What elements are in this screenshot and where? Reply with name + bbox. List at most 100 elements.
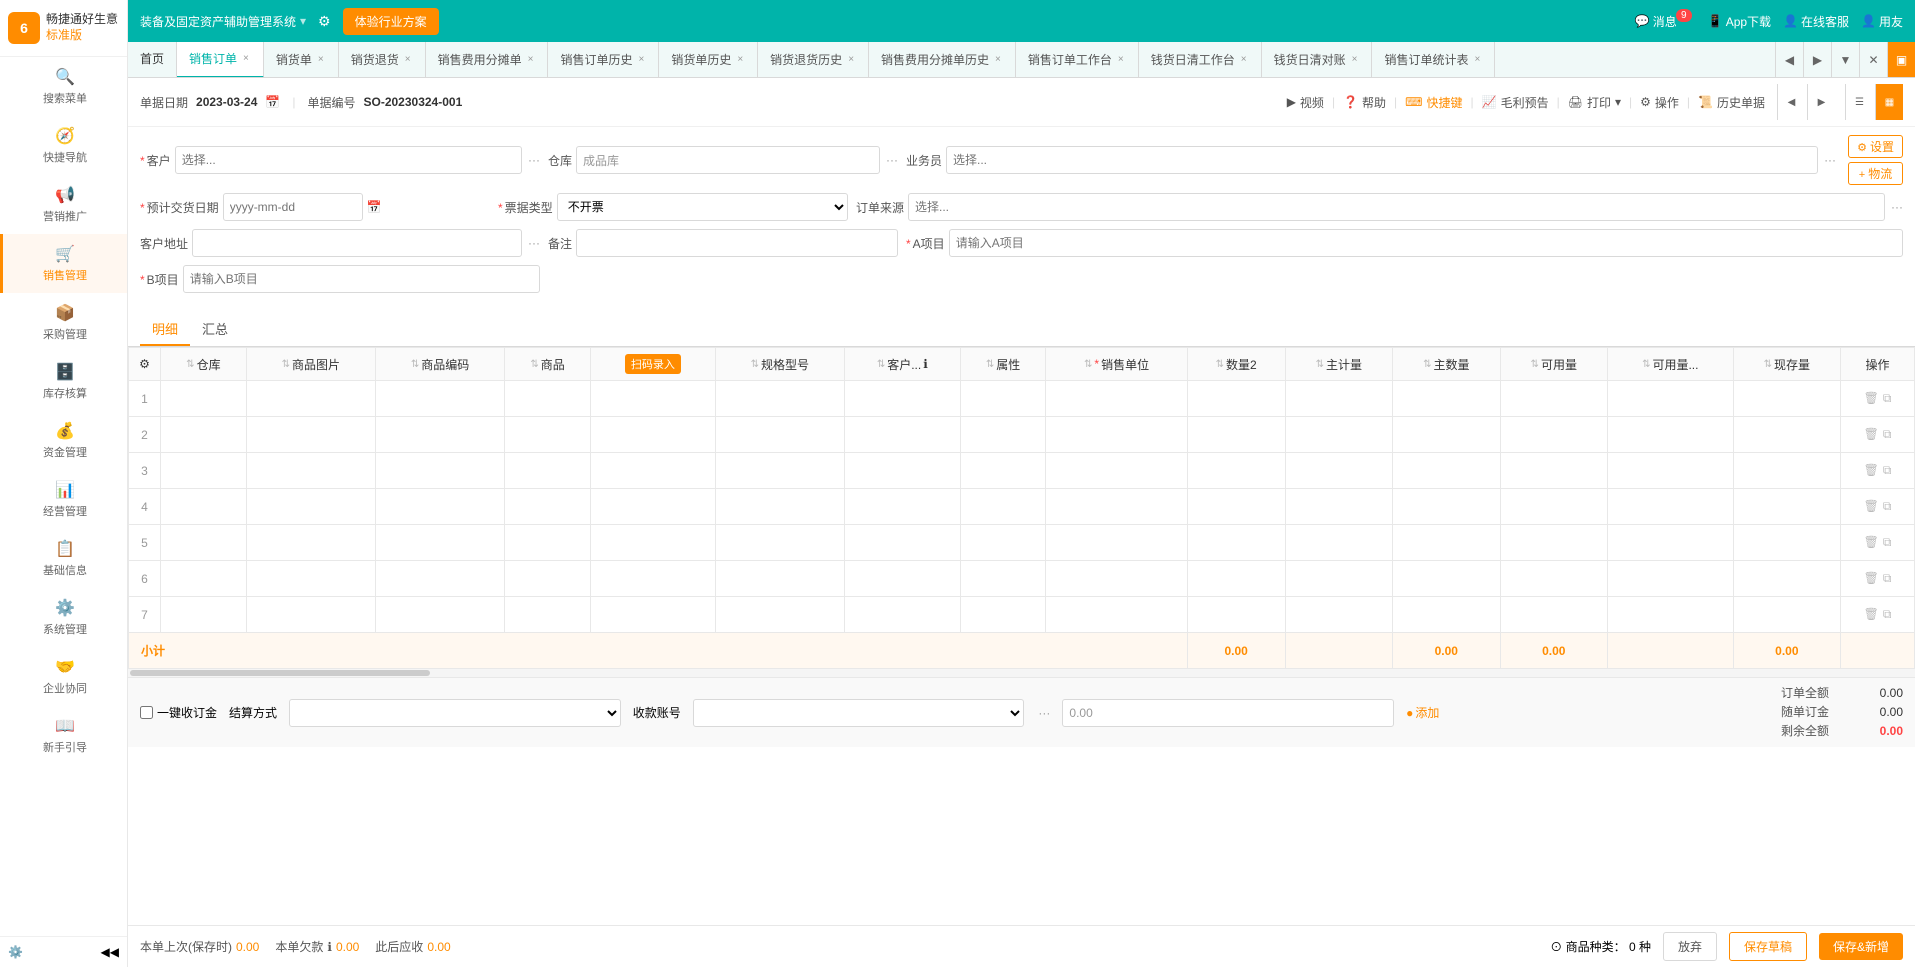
sort-icon[interactable]: ⇅ <box>1084 359 1092 370</box>
sidebar-item-finance[interactable]: 💰 资金管理 <box>0 411 127 470</box>
summary-tab[interactable]: 汇总 <box>190 313 240 346</box>
tab-order-workbench[interactable]: 销售订单工作台 × <box>1016 42 1139 78</box>
settings-button[interactable]: ⚙ 设置 <box>1848 135 1903 158</box>
sidebar-item-marketing[interactable]: 📢 营销推广 <box>0 175 127 234</box>
app-download-item[interactable]: 📱 App下载 <box>1708 13 1771 30</box>
delete-row-icon[interactable]: 🗑 <box>1864 571 1879 586</box>
sort-icon[interactable]: ⇅ <box>1423 359 1431 370</box>
tab-slip-history[interactable]: 销货单历史 × <box>659 42 758 78</box>
history-toolbar-item[interactable]: 📜 历史单据 <box>1698 94 1765 111</box>
sort-icon[interactable]: ⇅ <box>1764 359 1772 370</box>
row-attr[interactable] <box>960 381 1046 417</box>
tab-daily-workbench[interactable]: 钱货日清工作台 × <box>1139 42 1262 78</box>
gear-bottom-icon[interactable]: ⚙️ <box>8 945 23 959</box>
sidebar-item-newbie[interactable]: 📖 新手引导 <box>0 706 127 765</box>
row-available2[interactable] <box>1608 381 1734 417</box>
close-tab-icon[interactable]: × <box>1350 53 1360 66</box>
warehouse-more-icon[interactable]: ··· <box>886 153 898 167</box>
topbar-settings-icon[interactable]: ⚙ <box>314 9 335 34</box>
delivery-calendar-icon[interactable]: 📅 <box>367 200 382 214</box>
account-select[interactable] <box>693 699 1025 727</box>
next-tab-button[interactable]: ▶ <box>1803 42 1831 78</box>
row-available[interactable] <box>1500 381 1607 417</box>
row-qty2[interactable] <box>1187 381 1285 417</box>
sidebar-item-guide[interactable]: 🧭 快捷导航 <box>0 116 127 175</box>
message-item[interactable]: 💬 消息 9 <box>1635 13 1696 30</box>
row-image[interactable] <box>246 381 375 417</box>
copy-row-icon[interactable]: ⧉ <box>1883 499 1892 514</box>
close-tab-icon[interactable]: × <box>993 53 1003 66</box>
sort-icon[interactable]: ⇅ <box>1642 359 1650 370</box>
user-item[interactable]: 👤 用友 <box>1861 13 1903 30</box>
account-more-icon[interactable]: ··· <box>1038 706 1050 720</box>
copy-row-icon[interactable]: ⧉ <box>1883 463 1892 478</box>
sort-icon[interactable]: ⇅ <box>530 359 538 370</box>
order-source-input[interactable] <box>908 193 1885 221</box>
tab-return[interactable]: 销货退货 × <box>339 42 426 78</box>
row-warehouse[interactable] <box>161 561 247 597</box>
close-tab-icon[interactable]: × <box>526 53 536 66</box>
horizontal-scrollbar[interactable] <box>128 669 1915 677</box>
sort-icon[interactable]: ⇅ <box>282 359 290 370</box>
prev-tab-button[interactable]: ◀ <box>1775 42 1803 78</box>
expand-button[interactable]: ▣ <box>1887 42 1915 78</box>
row-spec[interactable] <box>715 381 844 417</box>
row-customer-code[interactable] <box>844 381 960 417</box>
copy-row-icon[interactable]: ⧉ <box>1883 571 1892 586</box>
row-main-qty[interactable] <box>1393 381 1500 417</box>
copy-row-icon[interactable]: ⧉ <box>1883 607 1892 622</box>
delete-row-icon[interactable]: 🗑 <box>1864 535 1879 550</box>
sidebar-item-purchase[interactable]: 📦 采购管理 <box>0 293 127 352</box>
shortcut-toolbar-item[interactable]: ⌨ 快捷键 <box>1405 94 1462 111</box>
close-tab-icon[interactable]: × <box>241 52 251 65</box>
sort-icon[interactable]: ⇅ <box>1316 359 1324 370</box>
online-service-item[interactable]: 👤 在线客服 <box>1783 13 1849 30</box>
prev-record-button[interactable]: ◀ <box>1777 84 1805 120</box>
delivery-date-input[interactable] <box>223 193 363 221</box>
tab-home[interactable]: 首页 <box>128 42 177 78</box>
help-toolbar-item[interactable]: ❓ 帮助 <box>1343 94 1386 111</box>
sort-icon[interactable]: ⇅ <box>986 359 994 370</box>
sort-icon[interactable]: ⇅ <box>1216 359 1224 370</box>
sidebar-item-operations[interactable]: 📊 经营管理 <box>0 470 127 529</box>
invoice-type-select[interactable]: 不开票 增值税普通发票 增值税专用发票 <box>557 193 848 221</box>
row-code[interactable] <box>375 381 504 417</box>
col-settings[interactable]: ⚙ <box>129 348 161 381</box>
one-click-checkbox[interactable] <box>140 706 153 719</box>
tab-sales-slip[interactable]: 销货单 × <box>264 42 339 78</box>
row-warehouse[interactable] <box>161 453 247 489</box>
operation-toolbar-item[interactable]: ⚙ 操作 <box>1640 94 1679 111</box>
close-tab-icon[interactable]: × <box>316 53 326 66</box>
tab-order-history[interactable]: 销售订单历史 × <box>548 42 659 78</box>
delete-row-icon[interactable]: 🗑 <box>1864 607 1879 622</box>
sidebar-item-sales[interactable]: 🛒 销售管理 <box>0 234 127 293</box>
sidebar-item-enterprise[interactable]: 🤝 企业协同 <box>0 647 127 706</box>
more-tabs-button[interactable]: ▼ <box>1831 42 1859 78</box>
scrollbar-thumb[interactable] <box>130 670 430 676</box>
row-product[interactable] <box>505 381 591 417</box>
tab-expense-history[interactable]: 销售费用分摊单历史 × <box>869 42 1016 78</box>
delete-row-icon[interactable]: 🗑 <box>1864 427 1879 442</box>
tab-order-stats[interactable]: 销售订单统计表 × <box>1372 42 1495 78</box>
order-source-more-icon[interactable]: ··· <box>1891 200 1903 214</box>
close-all-tabs-button[interactable]: ✕ <box>1859 42 1887 78</box>
tab-sales-order[interactable]: 销售订单 × <box>177 42 264 78</box>
close-tab-icon[interactable]: × <box>1116 53 1126 66</box>
sort-icon[interactable]: ⇅ <box>877 359 885 370</box>
close-tab-icon[interactable]: × <box>403 53 413 66</box>
row-unit[interactable] <box>1046 381 1187 417</box>
delete-row-icon[interactable]: 🗑 <box>1864 391 1879 406</box>
delete-row-icon[interactable]: 🗑 <box>1864 463 1879 478</box>
sidebar-item-system[interactable]: ⚙️ 系统管理 <box>0 588 127 647</box>
sort-icon[interactable]: ⇅ <box>751 359 759 370</box>
staff-input[interactable] <box>946 146 1818 174</box>
remark-input[interactable] <box>576 229 898 257</box>
print-toolbar-item[interactable]: 🖨 打印 ▾ <box>1568 94 1621 111</box>
video-toolbar-item[interactable]: ▶ 视频 <box>1287 94 1324 111</box>
copy-row-icon[interactable]: ⧉ <box>1883 391 1892 406</box>
row-main-unit[interactable] <box>1285 381 1392 417</box>
row-warehouse[interactable] <box>161 597 247 633</box>
payment-method-select[interactable] <box>289 699 621 727</box>
row-current[interactable] <box>1733 381 1840 417</box>
collapse-icon[interactable]: ◀◀ <box>101 945 119 959</box>
